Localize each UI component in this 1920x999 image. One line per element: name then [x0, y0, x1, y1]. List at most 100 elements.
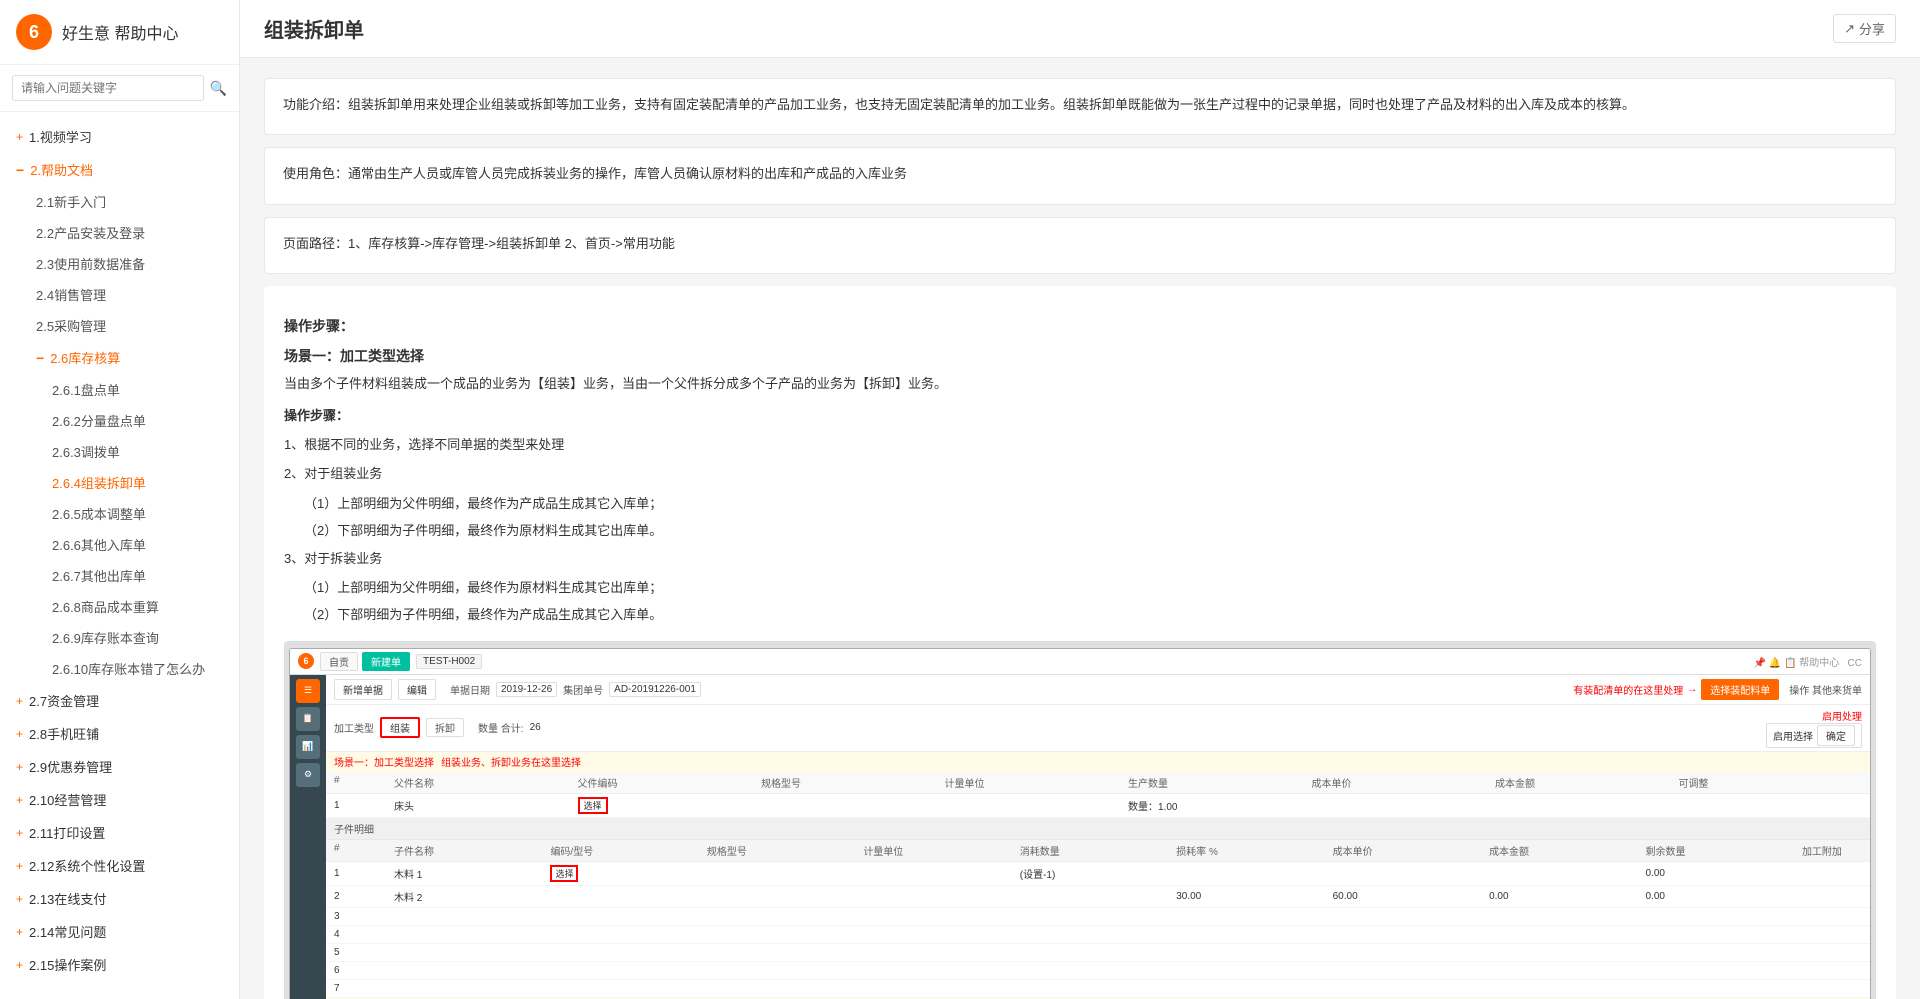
- expand-icon: +: [16, 859, 23, 873]
- search-input[interactable]: [12, 75, 204, 101]
- mock-sub-select[interactable]: 选择: [550, 865, 578, 882]
- role-block: 使用角色：通常由生产人员或库管人员完成拆装业务的操作，库管人员确认原材料的出库和…: [264, 147, 1896, 204]
- mock-sub-row-6: 6: [326, 962, 1870, 980]
- mock-col-cost: 成本单价: [1312, 775, 1496, 790]
- expand-icon: +: [16, 760, 23, 774]
- search-icon[interactable]: 🔍: [210, 80, 227, 97]
- mock-col-spec: 规格型号: [761, 775, 945, 790]
- sidebar-item-cost-recalc[interactable]: 2.6.8商品成本重算: [0, 591, 239, 622]
- sidebar-item-cases[interactable]: + 2.15操作案例: [0, 948, 239, 981]
- annotation1-arrow: →: [1687, 684, 1697, 695]
- mock-row-name: 床头: [394, 798, 578, 813]
- sidebar-item-stock-count[interactable]: 2.6.1盘点单: [0, 374, 239, 405]
- sidebar-item-docs[interactable]: − 2.帮助文档: [0, 153, 239, 186]
- mock-sub-row-4: 4: [326, 926, 1870, 944]
- mock-sidebar-icon3: 📊: [296, 735, 320, 759]
- sidebar-item-inventory[interactable]: − 2.6库存核算: [0, 341, 239, 374]
- step3-sub1: （1）上部明细为父件明细，最终作为原材料生成其它出库单；: [304, 576, 1876, 599]
- mock-action-label: 操作 其他来货单: [1789, 682, 1862, 697]
- sidebar-item-ops[interactable]: + 2.10经营管理: [0, 783, 239, 816]
- mock-type-label: 加工类型: [334, 720, 374, 735]
- annotation-area2: 场景一：加工类型选择 组装业务、拆卸业务在这里选择: [326, 752, 1870, 772]
- operations-title: 操作步骤：: [284, 316, 1876, 336]
- sidebar-item-other-out[interactable]: 2.6.7其他出库单: [0, 560, 239, 591]
- sidebar-item-faq[interactable]: + 2.14常见问题: [0, 915, 239, 948]
- mock-sub-cost-price: 成本单价: [1333, 843, 1489, 858]
- mock-tab-home[interactable]: 自贡: [320, 652, 358, 671]
- mock-btn-select[interactable]: 选择装配料单: [1701, 679, 1779, 700]
- mock-btn-edit[interactable]: 编辑: [398, 679, 436, 700]
- step3-sub2: （2）下部明细为子件明细，最终作为产成品生成其它入库单。: [304, 603, 1876, 626]
- expand-icon: +: [16, 130, 23, 144]
- mock-date-val: 2019-12-26: [496, 682, 557, 697]
- step2: 2、对于组装业务: [284, 462, 1876, 485]
- sidebar-item-adjust[interactable]: 2.6.3调拨单: [0, 436, 239, 467]
- page-title: 组装拆卸单: [264, 14, 364, 43]
- mock-sub-row-5: 5: [326, 944, 1870, 962]
- mock-address-bar: TEST-H002: [416, 654, 482, 669]
- mock-col-amount: 成本金额: [1495, 775, 1679, 790]
- screenshot-mockup: 6 自贡 新建单 TEST-H002 📌 🔔 📋 帮助中心 CC: [284, 641, 1876, 999]
- mock-select-code[interactable]: 选择: [578, 797, 608, 814]
- steps-title: 操作步骤：: [284, 404, 1876, 427]
- sidebar-item-coupon[interactable]: + 2.9优惠券管理: [0, 750, 239, 783]
- annotation-area1: 有装配清单的在这里处理 → 选择装配料单: [1573, 679, 1779, 700]
- mock-parent-header: # 父件名称 父件编码 规格型号 计量单位 生产数量 成本单价 成本金额 可调整: [326, 772, 1870, 794]
- sidebar-item-mobile[interactable]: + 2.8手机旺铺: [0, 717, 239, 750]
- mock-sidebar-icon4: ⚙: [296, 763, 320, 787]
- sidebar-item-online-pay[interactable]: + 2.13在线支付: [0, 882, 239, 915]
- sidebar-item-video[interactable]: + 1.视频学习: [0, 120, 239, 153]
- main-header: 组装拆卸单 ↗ 分享: [240, 0, 1920, 58]
- sidebar-item-inv-error[interactable]: 2.6.10库存账本错了怎么办: [0, 653, 239, 684]
- expand-icon: +: [16, 925, 23, 939]
- scene1-intro: 当由多个子件材料组装成一个成品的业务为【组装】业务，当由一个父件拆分成多个子产品…: [284, 372, 1876, 395]
- mock-sub-ops: 加工附加: [1802, 843, 1862, 858]
- sidebar-item-install[interactable]: 2.2产品安装及登录: [0, 217, 239, 248]
- sidebar-item-purchase[interactable]: 2.5采购管理: [0, 310, 239, 341]
- mock-left-sidebar: ☰ 📋 📊 ⚙: [290, 675, 326, 999]
- mock-sub-header-label: 子件明细: [334, 821, 374, 836]
- mock-col-qty: 生产数量: [1128, 775, 1312, 790]
- mock-enable-row: 启用选择 确定: [1766, 723, 1862, 748]
- sidebar-item-finance[interactable]: + 2.7资金管理: [0, 684, 239, 717]
- mock-app-window: 6 自贡 新建单 TEST-H002 📌 🔔 📋 帮助中心 CC: [289, 648, 1871, 999]
- mock-icons: 📌 🔔 📋 帮助中心 CC: [1754, 654, 1862, 669]
- annotation2-label: 组装业务、拆卸业务在这里选择: [441, 758, 581, 769]
- step3: 3、对于拆装业务: [284, 547, 1876, 570]
- mock-logo: 6: [298, 653, 314, 669]
- sidebar-item-assembly[interactable]: 2.6.4组装拆卸单: [0, 467, 239, 498]
- sidebar-item-data-prep[interactable]: 2.3使用前数据准备: [0, 248, 239, 279]
- mock-toolbar: 新增单据 编辑 单据日期 2019-12-26 集团单号 AD-20191226…: [326, 675, 1870, 705]
- mock-order-val: AD-20191226-001: [609, 682, 701, 697]
- mock-col-parent-code: 父件编码: [578, 775, 762, 790]
- sidebar-item-personalize[interactable]: + 2.12系统个性化设置: [0, 849, 239, 882]
- mock-type-disassembly[interactable]: 拆卸: [426, 718, 464, 737]
- mock-confirm-btn[interactable]: 确定: [1817, 725, 1855, 746]
- sidebar: 6 好生意 帮助中心 🔍 + 1.视频学习 − 2.帮助文档 2.1新手入门 2…: [0, 0, 240, 999]
- sidebar-nav: + 1.视频学习 − 2.帮助文档 2.1新手入门 2.2产品安装及登录 2.3…: [0, 112, 239, 999]
- expand-icon: +: [16, 892, 23, 906]
- mock-qty-val: 26: [530, 722, 541, 733]
- sidebar-item-print[interactable]: + 2.11打印设置: [0, 816, 239, 849]
- sidebar-item-other-in[interactable]: 2.6.6其他入库单: [0, 529, 239, 560]
- mock-col-adj: 可调整: [1679, 775, 1863, 790]
- mock-order-label: 集团单号: [563, 682, 603, 697]
- mock-parent-row: 1 床头 选择 数量：1.00: [326, 794, 1870, 818]
- sidebar-item-sales[interactable]: 2.4销售管理: [0, 279, 239, 310]
- mock-row-prod-qty: 数量：1.00: [1128, 798, 1312, 813]
- mock-type-row: 加工类型 组装 拆卸 数量 合计: 26 启用处理: [326, 705, 1870, 752]
- collapse-icon-inventory: −: [36, 350, 44, 366]
- step2-sub1: （1）上部明细为父件明细，最终作为产成品生成其它入库单；: [304, 492, 1876, 515]
- mock-btn-new[interactable]: 新增单据: [334, 679, 392, 700]
- mock-sub-remain: 剩余数量: [1646, 843, 1802, 858]
- mock-sub-code: 编码/型号: [550, 843, 706, 858]
- sidebar-item-cost-adjust[interactable]: 2.6.5成本调整单: [0, 498, 239, 529]
- sidebar-item-split-count[interactable]: 2.6.2分量盘点单: [0, 405, 239, 436]
- collapse-icon: −: [16, 162, 24, 178]
- mock-type-assembly[interactable]: 组装: [380, 717, 420, 738]
- path-text: 页面路径：1、库存核算->库存管理->组装拆卸单 2、首页->常用功能: [283, 232, 1877, 255]
- sidebar-item-inv-query[interactable]: 2.6.9库存账本查询: [0, 622, 239, 653]
- share-button[interactable]: ↗ 分享: [1833, 14, 1896, 43]
- sidebar-item-newcomer[interactable]: 2.1新手入门: [0, 186, 239, 217]
- mock-tab-new[interactable]: 新建单: [362, 652, 410, 671]
